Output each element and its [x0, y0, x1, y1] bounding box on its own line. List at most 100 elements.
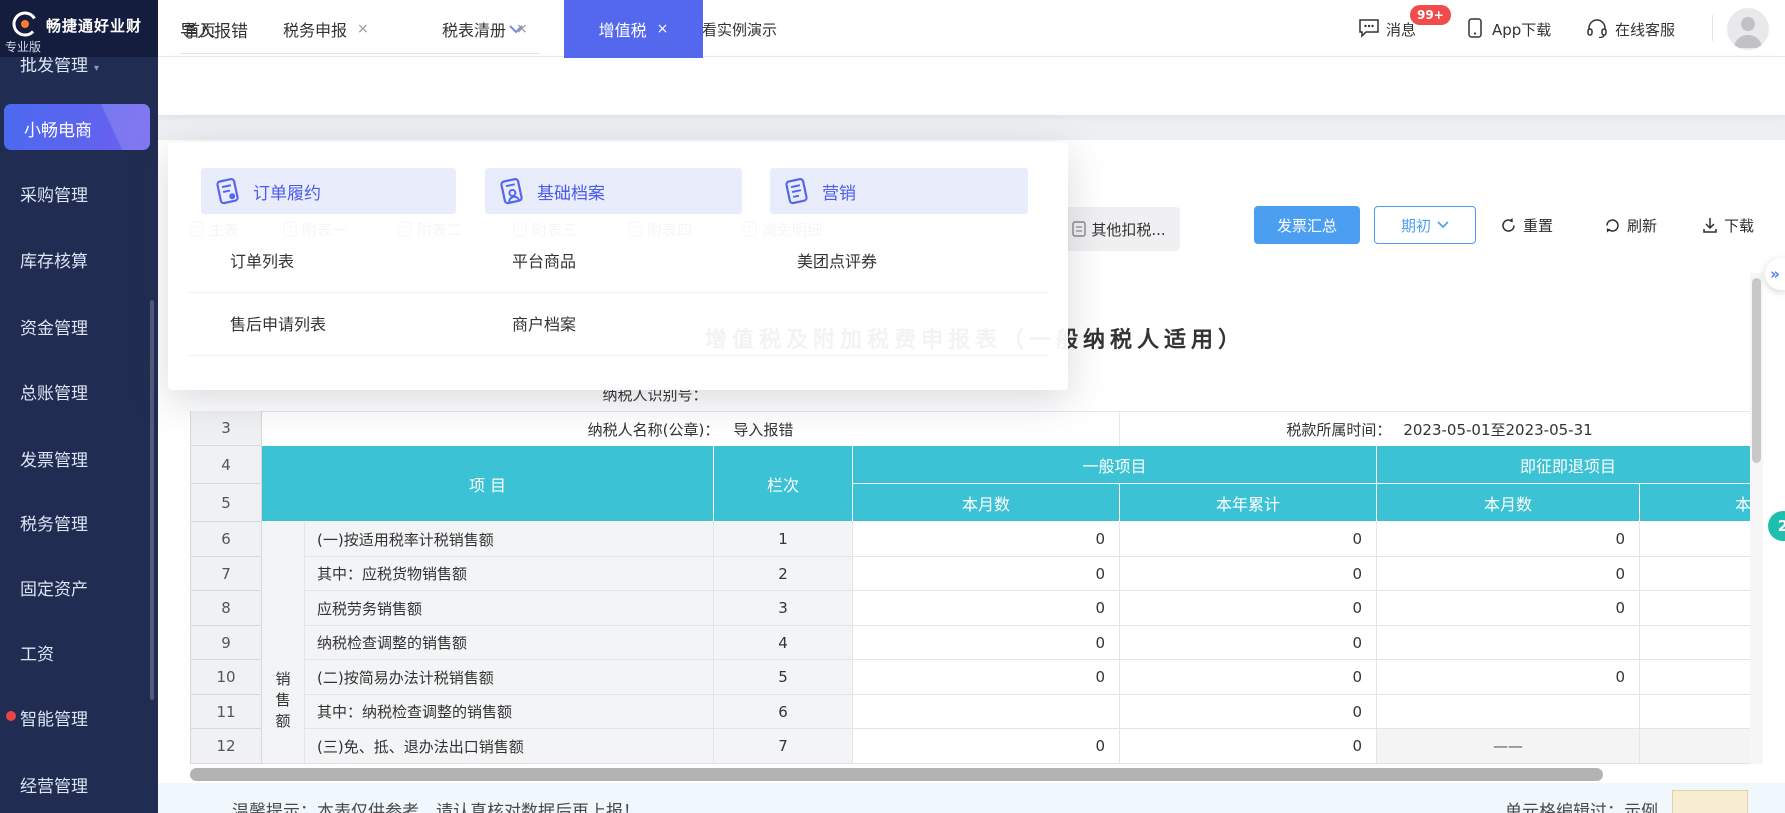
order-fulfillment-icon — [216, 178, 239, 205]
cell-value[interactable]: 0 — [853, 660, 1120, 695]
tab-tax-register[interactable]: 税表清册 × — [442, 0, 528, 58]
cell-value[interactable] — [1640, 660, 1760, 695]
sidebar-item-ecommerce[interactable]: 小畅电商 — [24, 116, 92, 141]
period-button[interactable]: 期初 — [1374, 206, 1476, 244]
footer-tip: 温馨提示：本表仅供参考，请认真核对数据后再上报！ — [232, 802, 640, 813]
row-item[interactable]: 应税劳务销售额 — [305, 591, 714, 626]
row-colno: 3 — [714, 591, 853, 626]
cell-value[interactable] — [1377, 695, 1640, 729]
row-item[interactable]: 其中：纳税检查调整的销售额 — [305, 695, 714, 729]
cell-value[interactable]: 0 — [1377, 557, 1640, 591]
cell-value[interactable]: 0 — [1120, 557, 1377, 591]
edited-cell-swatch — [1672, 790, 1748, 813]
sidebar-scrollbar[interactable] — [150, 300, 154, 700]
sheet-vertical-scrollbar[interactable] — [1752, 278, 1761, 463]
cell-value[interactable] — [1640, 695, 1760, 729]
sidebar-item-operation[interactable]: 经营管理 — [20, 772, 140, 797]
sidebar-item-fixed-assets[interactable]: 固定资产 — [20, 575, 140, 600]
cell-value[interactable] — [1640, 522, 1760, 557]
reset-button[interactable]: 重置 — [1500, 213, 1553, 237]
refresh-button[interactable]: 刷新 — [1604, 213, 1657, 237]
sidebar-item-tax[interactable]: 税务管理 — [20, 510, 140, 535]
cell-value[interactable] — [1640, 626, 1760, 660]
cell-value[interactable]: 0 — [1120, 660, 1377, 695]
header-ytd-general: 本年累计 — [1120, 484, 1377, 522]
row-item[interactable]: (一)按适用税率计税销售额 — [305, 522, 714, 557]
messages-icon[interactable] — [1358, 18, 1380, 42]
header-general: 一般项目 — [853, 446, 1377, 484]
invoice-summary-button[interactable]: 发票汇总 — [1254, 206, 1360, 244]
row-header-12[interactable]: 12 — [190, 729, 262, 764]
sheet-tab-other-deduction[interactable]: 其他扣税... — [1058, 207, 1180, 251]
avatar[interactable] — [1727, 8, 1769, 50]
cell-value[interactable] — [1377, 626, 1640, 660]
cell-value[interactable]: 0 — [1377, 522, 1640, 557]
cell-value[interactable] — [1640, 591, 1760, 626]
phone-icon[interactable] — [1466, 18, 1484, 42]
row-item[interactable]: 其中：应税货物销售额 — [305, 557, 714, 591]
row-header-3[interactable]: 3 — [190, 411, 262, 446]
cell-value[interactable] — [1640, 557, 1760, 591]
cell-value[interactable]: 0 — [853, 591, 1120, 626]
menu-item-aftersale-list[interactable]: 售后申请列表 — [230, 311, 326, 335]
header-item: 项 目 — [262, 446, 714, 522]
sidebar-item-ledger[interactable]: 总账管理 — [20, 379, 140, 404]
cell-value[interactable]: 0 — [1377, 660, 1640, 695]
sidebar-item-invoice[interactable]: 发票管理 — [20, 446, 140, 471]
row-colno: 2 — [714, 557, 853, 591]
menu-item-platform-goods[interactable]: 平台商品 — [512, 248, 576, 272]
tax-period-cell[interactable]: 税款所属时间： 2023-05-01至2023-05-31 — [1120, 411, 1760, 446]
close-icon[interactable]: × — [516, 21, 528, 37]
support-label[interactable]: 在线客服 — [1615, 19, 1675, 40]
row-item[interactable]: 纳税检查调整的销售额 — [305, 626, 714, 660]
header-column-no: 栏次 — [714, 446, 853, 522]
menu-item-order-list[interactable]: 订单列表 — [230, 248, 294, 272]
cell-value[interactable]: 0 — [1120, 522, 1377, 557]
cell-value[interactable] — [853, 695, 1120, 729]
sidebar-item-funds[interactable]: 资金管理 — [20, 314, 140, 339]
row-colno: 4 — [714, 626, 853, 660]
headset-icon[interactable] — [1586, 18, 1608, 42]
main-tab-strip — [158, 57, 1785, 115]
row-header-8[interactable]: 8 — [190, 591, 262, 626]
row-header-5[interactable]: 5 — [190, 484, 262, 522]
tab-home[interactable]: 首页 — [184, 0, 216, 58]
row-item[interactable]: (三)免、抵、退办法出口销售额 — [305, 729, 714, 764]
edited-cell-note: 单元格编辑过：示例 — [1505, 802, 1658, 813]
close-icon[interactable]: × — [657, 21, 669, 37]
close-icon[interactable]: × — [357, 21, 369, 37]
row-header-10[interactable]: 10 — [190, 660, 262, 695]
sheet-horizontal-scrollbar[interactable] — [190, 768, 1603, 781]
tab-tax-filing[interactable]: 税务申报 × — [283, 0, 369, 58]
app-download-label[interactable]: App下载 — [1492, 19, 1551, 40]
sidebar-item-purchase[interactable]: 采购管理 — [20, 181, 140, 206]
messages-badge: 99+ — [1410, 5, 1451, 25]
cell-value[interactable]: 0 — [853, 557, 1120, 591]
cell-value[interactable]: 0 — [1377, 591, 1640, 626]
sidebar-item-smart[interactable]: 智能管理 — [20, 705, 140, 730]
tab-vat-active[interactable]: 增值税 × — [564, 0, 703, 58]
row-colno: 5 — [714, 660, 853, 695]
taxpayer-name-value: 导入报错 — [733, 420, 794, 439]
sidebar-item-payroll[interactable]: 工资 — [20, 640, 140, 665]
row-header-7[interactable]: 7 — [190, 557, 262, 591]
download-button[interactable]: 下载 — [1702, 213, 1754, 237]
row-header-4[interactable]: 4 — [190, 446, 262, 484]
sidebar-item-inventory[interactable]: 库存核算 — [20, 247, 140, 272]
cell-value[interactable]: 0 — [1120, 626, 1377, 660]
cell-value[interactable]: 0 — [853, 626, 1120, 660]
cell-value[interactable]: 0 — [853, 729, 1120, 764]
menu-item-meituan-coupon[interactable]: 美团点评券 — [797, 248, 877, 272]
taxpayer-name-cell[interactable]: 纳税人名称(公章)： 导入报错 — [262, 411, 1120, 446]
menu-item-merchant-archives[interactable]: 商户档案 — [512, 311, 576, 335]
row-header-6[interactable]: 6 — [190, 522, 262, 557]
row-header-9[interactable]: 9 — [190, 626, 262, 660]
messages-label[interactable]: 消息 — [1386, 19, 1416, 40]
cell-value[interactable]: 0 — [853, 522, 1120, 557]
row-header-11[interactable]: 11 — [190, 695, 262, 729]
cell-value[interactable]: 0 — [1120, 695, 1377, 729]
cell-value[interactable]: 0 — [1120, 729, 1377, 764]
reset-icon — [1502, 217, 1515, 232]
row-item[interactable]: (二)按简易办法计税销售额 — [305, 660, 714, 695]
cell-value[interactable]: 0 — [1120, 591, 1377, 626]
